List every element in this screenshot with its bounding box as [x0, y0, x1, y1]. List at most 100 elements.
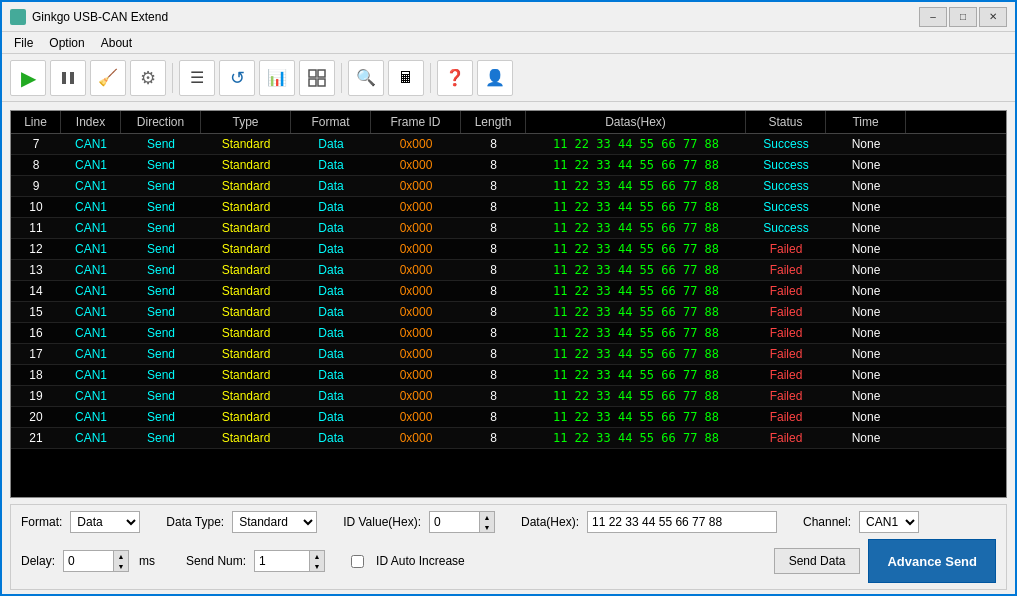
- cell-index: CAN1: [61, 155, 121, 175]
- cell-format: Data: [291, 302, 371, 322]
- advancesend-button[interactable]: Advance Send: [868, 539, 996, 583]
- cell-index: CAN1: [61, 176, 121, 196]
- cell-line: 16: [11, 323, 61, 343]
- close-button[interactable]: ✕: [979, 7, 1007, 27]
- pause-button[interactable]: [50, 60, 86, 96]
- cell-type: Standard: [201, 365, 291, 385]
- cell-index: CAN1: [61, 239, 121, 259]
- datatype-select[interactable]: Standard Extended: [232, 511, 317, 533]
- cell-status: Success: [746, 176, 826, 196]
- calc-button[interactable]: 🖩: [388, 60, 424, 96]
- delay-unit: ms: [139, 554, 155, 568]
- table-row: 17 CAN1 Send Standard Data 0x000 8 11 22…: [11, 344, 1006, 365]
- cell-type: Standard: [201, 407, 291, 427]
- cell-data: 11 22 33 44 55 66 77 88: [526, 155, 746, 175]
- delay-spinner: ▲ ▼: [113, 550, 129, 572]
- cell-length: 8: [461, 344, 526, 364]
- cell-time: None: [826, 176, 906, 196]
- cell-direction: Send: [121, 176, 201, 196]
- idvalue-spinner: ▲ ▼: [479, 511, 495, 533]
- datahex-input[interactable]: [587, 511, 777, 533]
- cell-line: 19: [11, 386, 61, 406]
- cell-length: 8: [461, 281, 526, 301]
- cell-format: Data: [291, 344, 371, 364]
- cell-direction: Send: [121, 428, 201, 448]
- cell-time: None: [826, 239, 906, 259]
- cell-direction: Send: [121, 302, 201, 322]
- user-button[interactable]: 👤: [477, 60, 513, 96]
- cell-format: Data: [291, 407, 371, 427]
- grid-button[interactable]: [299, 60, 335, 96]
- delay-label: Delay:: [21, 554, 55, 568]
- cell-time: None: [826, 323, 906, 343]
- menu-option[interactable]: Option: [41, 34, 92, 52]
- cell-index: CAN1: [61, 344, 121, 364]
- minimize-button[interactable]: –: [919, 7, 947, 27]
- col-line: Line: [11, 111, 61, 133]
- cell-format: Data: [291, 176, 371, 196]
- col-direction: Direction: [121, 111, 201, 133]
- table-row: 13 CAN1 Send Standard Data 0x000 8 11 22…: [11, 260, 1006, 281]
- settings-button[interactable]: ⚙: [130, 60, 166, 96]
- idvalue-up[interactable]: ▲: [480, 512, 494, 522]
- cell-index: CAN1: [61, 323, 121, 343]
- cell-line: 17: [11, 344, 61, 364]
- cell-status: Failed: [746, 302, 826, 322]
- cell-frameid: 0x000: [371, 344, 461, 364]
- cell-status: Failed: [746, 428, 826, 448]
- toolbar-sep-3: [430, 63, 431, 93]
- cell-frameid: 0x000: [371, 365, 461, 385]
- delay-up[interactable]: ▲: [114, 551, 128, 561]
- table-row: 20 CAN1 Send Standard Data 0x000 8 11 22…: [11, 407, 1006, 428]
- delay-down[interactable]: ▼: [114, 561, 128, 571]
- cell-data: 11 22 33 44 55 66 77 88: [526, 197, 746, 217]
- cell-line: 14: [11, 281, 61, 301]
- cell-data: 11 22 33 44 55 66 77 88: [526, 239, 746, 259]
- cell-time: None: [826, 134, 906, 154]
- svg-rect-4: [309, 79, 316, 86]
- help-button[interactable]: ❓: [437, 60, 473, 96]
- cell-length: 8: [461, 239, 526, 259]
- cell-time: None: [826, 218, 906, 238]
- autoincrease-checkbox[interactable]: [351, 555, 364, 568]
- channel-select[interactable]: CAN1 CAN2: [859, 511, 919, 533]
- cell-index: CAN1: [61, 260, 121, 280]
- cell-index: CAN1: [61, 134, 121, 154]
- cell-frameid: 0x000: [371, 281, 461, 301]
- maximize-button[interactable]: □: [949, 7, 977, 27]
- cell-index: CAN1: [61, 428, 121, 448]
- filter-button[interactable]: 🔍: [348, 60, 384, 96]
- table-row: 12 CAN1 Send Standard Data 0x000 8 11 22…: [11, 239, 1006, 260]
- cell-direction: Send: [121, 344, 201, 364]
- senddata-button[interactable]: Send Data: [774, 548, 861, 574]
- cell-direction: Send: [121, 218, 201, 238]
- cell-length: 8: [461, 155, 526, 175]
- cell-frameid: 0x000: [371, 302, 461, 322]
- delay-input[interactable]: [63, 550, 113, 572]
- cell-direction: Send: [121, 323, 201, 343]
- cell-data: 11 22 33 44 55 66 77 88: [526, 386, 746, 406]
- cell-length: 8: [461, 176, 526, 196]
- idvalue-down[interactable]: ▼: [480, 522, 494, 532]
- play-button[interactable]: ▶: [10, 60, 46, 96]
- cell-line: 9: [11, 176, 61, 196]
- cell-time: None: [826, 302, 906, 322]
- cell-time: None: [826, 386, 906, 406]
- cell-direction: Send: [121, 260, 201, 280]
- clear-button[interactable]: 🧹: [90, 60, 126, 96]
- cell-data: 11 22 33 44 55 66 77 88: [526, 428, 746, 448]
- cell-type: Standard: [201, 155, 291, 175]
- idvalue-input[interactable]: [429, 511, 479, 533]
- menu-about[interactable]: About: [93, 34, 140, 52]
- sendnum-input[interactable]: [254, 550, 309, 572]
- format-select[interactable]: Data Remote: [70, 511, 140, 533]
- refresh-button[interactable]: ↺: [219, 60, 255, 96]
- cell-data: 11 22 33 44 55 66 77 88: [526, 407, 746, 427]
- chart-button[interactable]: 📊: [259, 60, 295, 96]
- menu-file[interactable]: File: [6, 34, 41, 52]
- list-button[interactable]: ☰: [179, 60, 215, 96]
- cell-time: None: [826, 365, 906, 385]
- sendnum-up[interactable]: ▲: [310, 551, 324, 561]
- sendnum-down[interactable]: ▼: [310, 561, 324, 571]
- sendnum-label: Send Num:: [186, 554, 246, 568]
